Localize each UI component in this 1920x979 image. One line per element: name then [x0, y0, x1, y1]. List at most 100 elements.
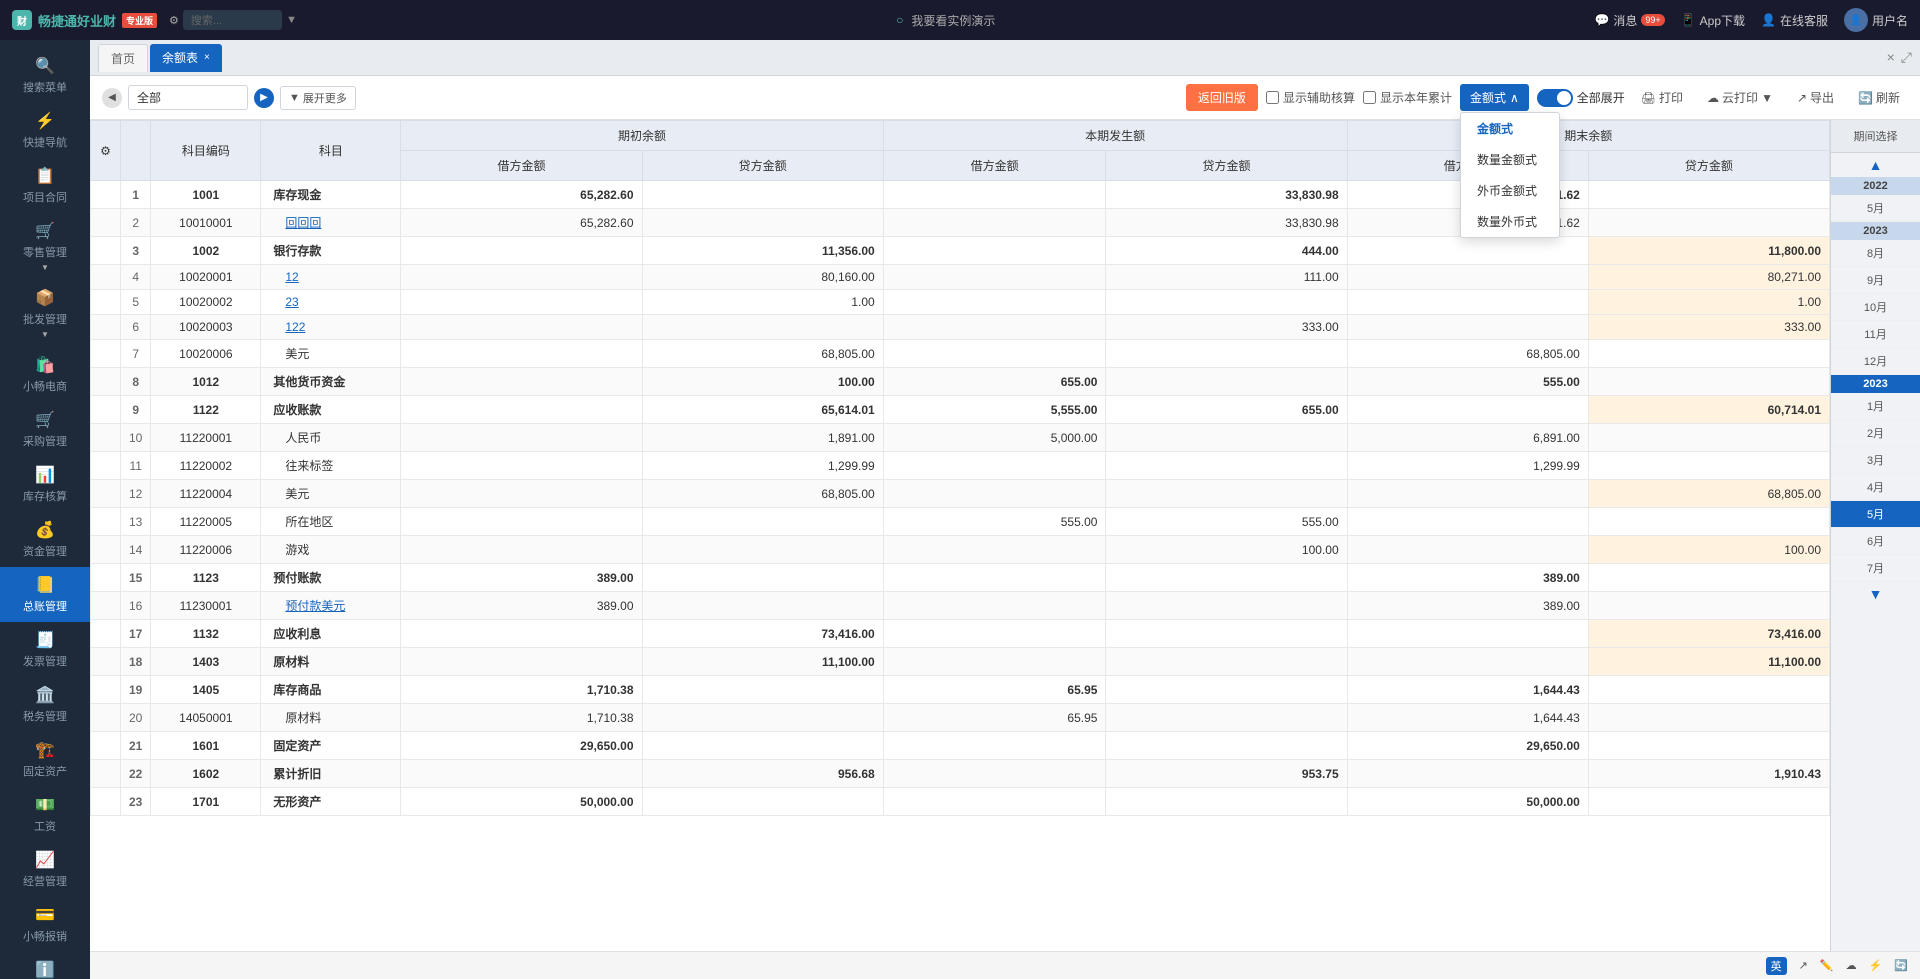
search-bar-top: 搜索...: [183, 10, 282, 30]
dropdown-item-2[interactable]: 外币金额式: [1461, 175, 1559, 206]
table-settings-icon[interactable]: ⚙: [100, 144, 111, 158]
return-old-btn[interactable]: 返回旧版: [1186, 84, 1258, 111]
sidebar-item-project[interactable]: 📋 项目合同: [0, 158, 90, 213]
status-lang-icon[interactable]: 英: [1766, 957, 1787, 975]
month-2023-02[interactable]: 2月: [1831, 420, 1920, 447]
status-cloud-icon[interactable]: ☁: [1846, 959, 1857, 972]
sidebar-item-inventory[interactable]: 📊 库存核算: [0, 457, 90, 512]
operations-icon: 📈: [35, 850, 55, 870]
row-number-13: 14: [121, 536, 151, 564]
status-refresh-icon[interactable]: 🔄: [1894, 959, 1908, 972]
month-2023-07[interactable]: 7月: [1831, 555, 1920, 582]
month-2022-05[interactable]: 5月: [1831, 195, 1920, 222]
row-number-20: 21: [121, 732, 151, 760]
sidebar-item-purchase[interactable]: 🛒 采购管理: [0, 402, 90, 457]
tab-home[interactable]: 首页: [98, 44, 148, 72]
export-btn[interactable]: ↗ 导出: [1789, 85, 1842, 110]
download-btn[interactable]: 📱 App下载: [1681, 12, 1745, 29]
month-2023-06[interactable]: 6月: [1831, 528, 1920, 555]
demo-label[interactable]: 我要看实例演示: [911, 12, 995, 29]
month-2023-08[interactable]: 8月: [1831, 240, 1920, 267]
print-btn[interactable]: 🖨 打印: [1633, 85, 1691, 110]
show-assist-input[interactable]: [1266, 91, 1279, 104]
user-name: 用户名: [1872, 12, 1908, 29]
expand-all-label: 全部展开: [1577, 89, 1625, 106]
row-code-4: 10020002: [151, 290, 261, 315]
row-settings-20: [91, 732, 121, 760]
status-arrow-icon[interactable]: ↗: [1799, 959, 1808, 972]
expand-icon-top[interactable]: ▼: [286, 14, 297, 26]
row-name-15[interactable]: 预付款美元: [261, 592, 401, 620]
status-edit-icon[interactable]: ✏️: [1820, 959, 1834, 972]
tab-close-icon[interactable]: ×: [204, 52, 210, 63]
tab-expand-icon[interactable]: ⤢: [1901, 49, 1912, 66]
tab-balance[interactable]: 余额表 ×: [150, 44, 222, 72]
period-down-arrow[interactable]: ▼: [1831, 582, 1920, 606]
show-assist-checkbox[interactable]: 显示辅助核算: [1266, 89, 1355, 106]
sidebar-item-invoice[interactable]: 🧾 发票管理: [0, 622, 90, 677]
row-closing-debit-10: 1,299.99: [1347, 452, 1588, 480]
cloud-print-btn[interactable]: ☁ 云打印 ▼: [1699, 85, 1781, 110]
row-name-4[interactable]: 23: [261, 290, 401, 315]
sidebar-item-basic-info[interactable]: ℹ️ 基础信息: [0, 952, 90, 979]
row-name-5[interactable]: 122: [261, 315, 401, 340]
status-lightning-icon[interactable]: ⚡: [1869, 959, 1883, 972]
refresh-btn[interactable]: 🔄 刷新: [1850, 85, 1908, 110]
month-2023-05[interactable]: 5月: [1831, 501, 1920, 528]
sidebar-item-operations[interactable]: 📈 经营管理: [0, 842, 90, 897]
row-name-3[interactable]: 12: [261, 265, 401, 290]
sidebar-item-ecommerce[interactable]: 🛍️ 小畅电商: [0, 347, 90, 402]
toggle-control[interactable]: [1537, 89, 1573, 107]
month-2023-04[interactable]: 4月: [1831, 474, 1920, 501]
row-name-21: 累计折旧: [261, 760, 401, 788]
sidebar-item-ledger[interactable]: 📒 总账管理: [0, 567, 90, 622]
row-settings-15: [91, 592, 121, 620]
row-current-debit-4: [883, 290, 1106, 315]
tab-close-all-icon[interactable]: ×: [1887, 49, 1895, 66]
row-name-1[interactable]: 回回回: [261, 209, 401, 237]
month-2023-09[interactable]: 9月: [1831, 267, 1920, 294]
toolbar: ◀ 全部 ▶ ▼ 展开更多 返回旧版 显示辅助核算: [90, 76, 1920, 120]
sidebar-item-search[interactable]: 🔍 搜索菜单: [0, 48, 90, 103]
month-2023-01[interactable]: 1月: [1831, 393, 1920, 420]
amount-style-btn[interactable]: 金额式 ∧: [1460, 84, 1529, 111]
month-2023-10[interactable]: 10月: [1831, 294, 1920, 321]
search-input[interactable]: [165, 91, 225, 105]
sidebar-item-retail[interactable]: 🛒 零售管理 ▼: [0, 213, 90, 280]
expand-more-btn[interactable]: ▼ 展开更多: [280, 86, 356, 110]
nav-next-btn[interactable]: ▶: [254, 88, 274, 108]
month-2023-03[interactable]: 3月: [1831, 447, 1920, 474]
sidebar-item-payroll[interactable]: 💵 工资: [0, 787, 90, 842]
settings-icon-top[interactable]: ⚙: [169, 14, 179, 27]
user-btn[interactable]: 👤 用户名: [1844, 8, 1908, 32]
sidebar-item-quick-nav[interactable]: ⚡ 快捷导航: [0, 103, 90, 158]
row-opening-debit-9: [401, 424, 642, 452]
nav-prev-btn[interactable]: ◀: [102, 88, 122, 108]
sidebar: 🔍 搜索菜单 ⚡ 快捷导航 📋 项目合同 🛒 零售管理 ▼ 📦 批发管理 ▼ 🛍…: [0, 40, 90, 979]
dropdown-item-3[interactable]: 数量外币式: [1461, 206, 1559, 237]
month-2023-12[interactable]: 12月: [1831, 348, 1920, 375]
dropdown-item-0[interactable]: 金额式: [1461, 113, 1559, 144]
show-yearly-checkbox[interactable]: 显示本年累计: [1363, 89, 1452, 106]
service-btn[interactable]: 👤 在线客服: [1761, 12, 1828, 29]
row-name-19: 原材料: [261, 704, 401, 732]
row-opening-credit-3: 80,160.00: [642, 265, 883, 290]
basic-info-icon: ℹ️: [35, 960, 55, 979]
current-credit-header: 贷方金额: [1106, 151, 1347, 181]
row-current-credit-17: [1106, 648, 1347, 676]
show-yearly-label: 显示本年累计: [1380, 89, 1452, 106]
show-yearly-input[interactable]: [1363, 91, 1376, 104]
sidebar-item-tax[interactable]: 🏛️ 税务管理: [0, 677, 90, 732]
sidebar-item-fixed-assets[interactable]: 🏗️ 固定资产: [0, 732, 90, 787]
message-btn[interactable]: 💬 消息 99+: [1594, 12, 1664, 29]
sidebar-item-expense[interactable]: 💳 小畅报销: [0, 897, 90, 952]
row-current-debit-8: 5,555.00: [883, 396, 1106, 424]
top-bar-center: ○ 我要看实例演示: [896, 12, 995, 29]
sidebar-item-wholesale[interactable]: 📦 批发管理 ▼: [0, 280, 90, 347]
dropdown-item-1[interactable]: 数量金额式: [1461, 144, 1559, 175]
row-code-9: 11220001: [151, 424, 261, 452]
row-current-debit-3: [883, 265, 1106, 290]
sidebar-item-funds[interactable]: 💰 资金管理: [0, 512, 90, 567]
month-2023-11[interactable]: 11月: [1831, 321, 1920, 348]
period-up-arrow[interactable]: ▲: [1831, 153, 1920, 177]
